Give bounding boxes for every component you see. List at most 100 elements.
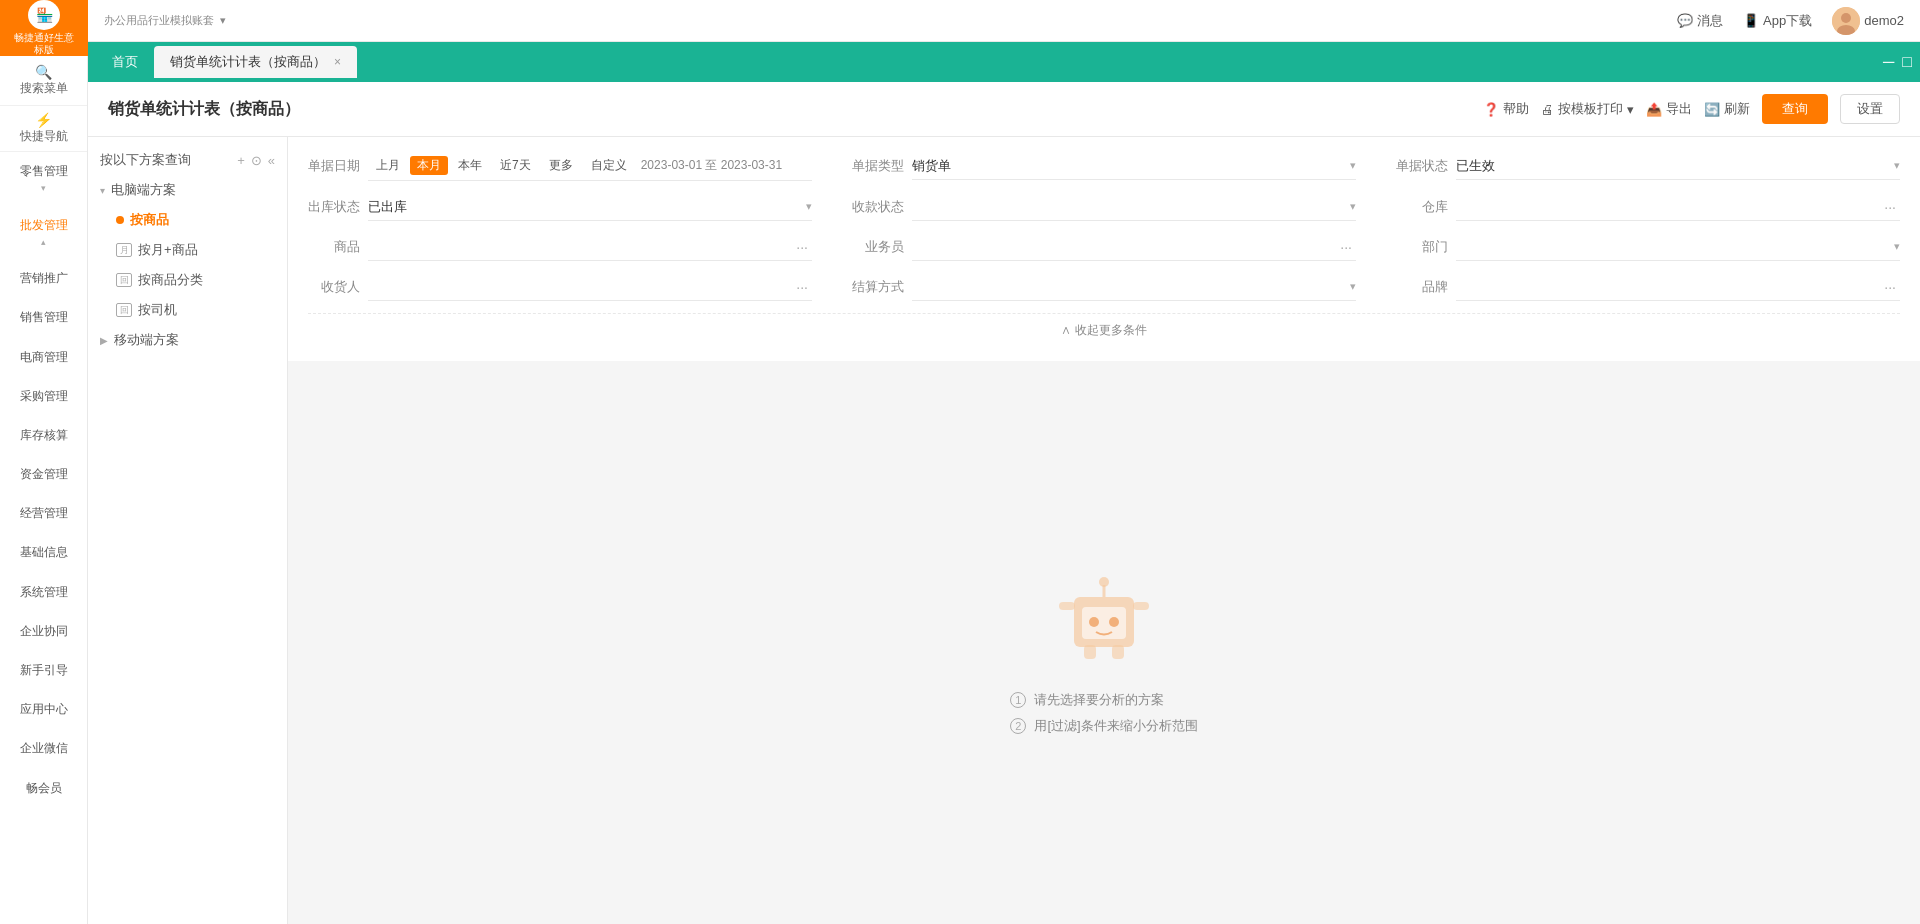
tip-num-1: 1 [1010, 692, 1026, 708]
date-this-month-btn[interactable]: 本月 [410, 156, 448, 175]
sidebar-item-basicinfo[interactable]: 基础信息 [0, 533, 87, 572]
salesperson-control[interactable]: ··· [912, 233, 1356, 261]
tab-sales-stats[interactable]: 销货单统计计表（按商品） × [154, 46, 357, 78]
sidebar-item-purchase[interactable]: 采购管理 [0, 377, 87, 416]
refresh-button[interactable]: 🔄 刷新 [1704, 100, 1750, 118]
filter-row-4: 收货人 ··· 结算方式 ▾ [308, 273, 1900, 301]
salesperson-more-dots[interactable]: ··· [1336, 239, 1356, 255]
dept-control[interactable]: ▾ [1456, 233, 1900, 261]
settings-scheme-icon[interactable]: ⊙ [251, 153, 262, 168]
warehouse-label: 仓库 [1396, 198, 1448, 216]
tab-home[interactable]: 首页 [96, 46, 154, 78]
warehouse-more-dots[interactable]: ··· [1880, 199, 1900, 215]
sidebar-item-operations[interactable]: 经营管理 [0, 494, 87, 533]
type-arrow: ▾ [1350, 159, 1356, 172]
date-more-btn[interactable]: 更多 [541, 155, 581, 176]
scheme-item-month-product[interactable]: 月 按月+商品 [88, 235, 287, 265]
svg-rect-10 [1133, 602, 1149, 610]
sidebar-item-system[interactable]: 系统管理 [0, 573, 87, 612]
scheme-group-mobile: ▶ 移动端方案 [88, 325, 287, 355]
sidebar-item-newbie[interactable]: 新手引导 [0, 651, 87, 690]
product-control[interactable]: ··· [368, 233, 812, 261]
filter-stock-out: 出库状态 已出库 ▾ [308, 193, 812, 221]
sidebar-menu-label: 基础信息 [0, 543, 87, 562]
filter-recipient: 收货人 ··· [308, 273, 812, 301]
query-button[interactable]: 查询 [1762, 94, 1828, 124]
user-profile[interactable]: demo2 [1832, 7, 1904, 35]
sidebar-menu-label: 新手引导 [0, 661, 87, 680]
stock-out-value: 已出库 [368, 198, 800, 216]
app-download-button[interactable]: 📱 App下载 [1743, 12, 1812, 30]
collapse-bar[interactable]: ∧ 收起更多条件 [308, 313, 1900, 347]
sidebar-item-retail[interactable]: 零售管理 ▾ [0, 152, 87, 206]
tab-close-icon[interactable]: × [334, 56, 341, 68]
scheme-item-product-category[interactable]: 回 按商品分类 [88, 265, 287, 295]
page-content: 销货单统计计表（按商品） ❓ 帮助 🖨 按模板打印 ▾ 📤 导出 🔄 刷新 [88, 82, 1920, 924]
sidebar: 🏪 畅捷通好生意标版 🔍 搜索菜单 ⚡ 快捷导航 零售管理 ▾ 批发管理 ▴ 营… [0, 0, 88, 924]
print-dropdown-arrow[interactable]: ▾ [1627, 102, 1634, 117]
add-scheme-icon[interactable]: + [237, 153, 245, 168]
driver-icon: 回 [116, 303, 132, 317]
sidebar-item-search[interactable]: 🔍 搜索菜单 [0, 56, 87, 106]
brand-more-dots[interactable]: ··· [1880, 279, 1900, 295]
scheme-group-header-mobile[interactable]: ▶ 移动端方案 [88, 325, 287, 355]
settings-button[interactable]: 设置 [1840, 94, 1900, 124]
type-control[interactable]: 销货单 ▾ [912, 152, 1356, 180]
sidebar-item-marketing[interactable]: 营销推广 [0, 259, 87, 298]
sidebar-item-corpwechat[interactable]: 企业微信 [0, 729, 87, 768]
logo-text: 畅捷通好生意标版 [14, 32, 74, 56]
filter-row-3: 商品 ··· 业务员 ··· [308, 233, 1900, 261]
status-value: 已生效 [1456, 157, 1888, 175]
industry-selector[interactable]: 办公用品行业模拟账套 ▾ [104, 13, 226, 28]
scheme-item-driver[interactable]: 回 按司机 [88, 295, 287, 325]
sidebar-item-wholesale[interactable]: 批发管理 ▴ [0, 206, 87, 260]
dept-label: 部门 [1396, 238, 1448, 256]
stock-out-control[interactable]: 已出库 ▾ [368, 193, 812, 221]
brand-control[interactable]: ··· [1456, 273, 1900, 301]
sidebar-menu-label: 库存核算 [0, 426, 87, 445]
sidebar-item-finance[interactable]: 资金管理 [0, 455, 87, 494]
export-button[interactable]: 📤 导出 [1646, 100, 1692, 118]
settlement-control[interactable]: ▾ [912, 273, 1356, 301]
scheme-item-by-product[interactable]: 按商品 [88, 205, 287, 235]
recipient-control[interactable]: ··· [368, 273, 812, 301]
filter-dept: 部门 ▾ [1396, 233, 1900, 261]
sidebar-item-ecommerce[interactable]: 电商管理 [0, 338, 87, 377]
filter-type: 单据类型 销货单 ▾ [852, 152, 1356, 180]
sidebar-item-corp-collab[interactable]: 企业协同 [0, 612, 87, 651]
message-icon: 💬 [1677, 13, 1693, 28]
warehouse-control[interactable]: ··· [1456, 193, 1900, 221]
filter-product: 商品 ··· [308, 233, 812, 261]
svg-rect-12 [1112, 645, 1124, 659]
date-this-year-btn[interactable]: 本年 [450, 155, 490, 176]
tab-bar: 首页 销货单统计计表（按商品） × ─ □ [88, 42, 1920, 82]
svg-point-5 [1089, 617, 1099, 627]
svg-point-1 [1841, 13, 1851, 23]
product-more-dots[interactable]: ··· [792, 239, 812, 255]
message-button[interactable]: 💬 消息 [1677, 12, 1723, 30]
recipient-more-dots[interactable]: ··· [792, 279, 812, 295]
sidebar-menu-label: 采购管理 [0, 387, 87, 406]
receipt-control[interactable]: ▾ [912, 193, 1356, 221]
sidebar-item-inventory[interactable]: 库存核算 [0, 416, 87, 455]
sidebar-menu-label: 经营管理 [0, 504, 87, 523]
help-button[interactable]: ❓ 帮助 [1483, 100, 1529, 118]
content-body: 按以下方案查询 + ⊙ « ▾ 电脑端方案 按商品 [88, 137, 1920, 924]
scheme-group-header-pc[interactable]: ▾ 电脑端方案 [88, 175, 287, 205]
main-area: 办公用品行业模拟账套 ▾ 💬 消息 📱 App下载 demo2 首页 [88, 0, 1920, 924]
template-print-button[interactable]: 🖨 按模板打印 ▾ [1541, 100, 1634, 118]
minimize-icon[interactable]: ─ [1883, 54, 1894, 70]
status-control[interactable]: 已生效 ▾ [1456, 152, 1900, 180]
filter-date: 单据日期 上月 本月 本年 近7天 更多 自定义 2023-03-01 至 20… [308, 151, 812, 181]
date-7days-btn[interactable]: 近7天 [492, 155, 539, 176]
sidebar-item-appcenter[interactable]: 应用中心 [0, 690, 87, 729]
pc-group-arrow: ▾ [100, 185, 105, 196]
date-last-month-btn[interactable]: 上月 [368, 155, 408, 176]
date-custom-btn[interactable]: 自定义 [583, 155, 635, 176]
sidebar-item-quicknav[interactable]: ⚡ 快捷导航 [0, 106, 87, 152]
sidebar-item-member[interactable]: 畅会员 [0, 769, 87, 808]
maximize-icon[interactable]: □ [1902, 54, 1912, 70]
sidebar-item-sales[interactable]: 销售管理 [0, 298, 87, 337]
scheme-group-pc: ▾ 电脑端方案 按商品 月 按月+商品 回 按商品分类 [88, 175, 287, 325]
collapse-scheme-icon[interactable]: « [268, 153, 275, 168]
